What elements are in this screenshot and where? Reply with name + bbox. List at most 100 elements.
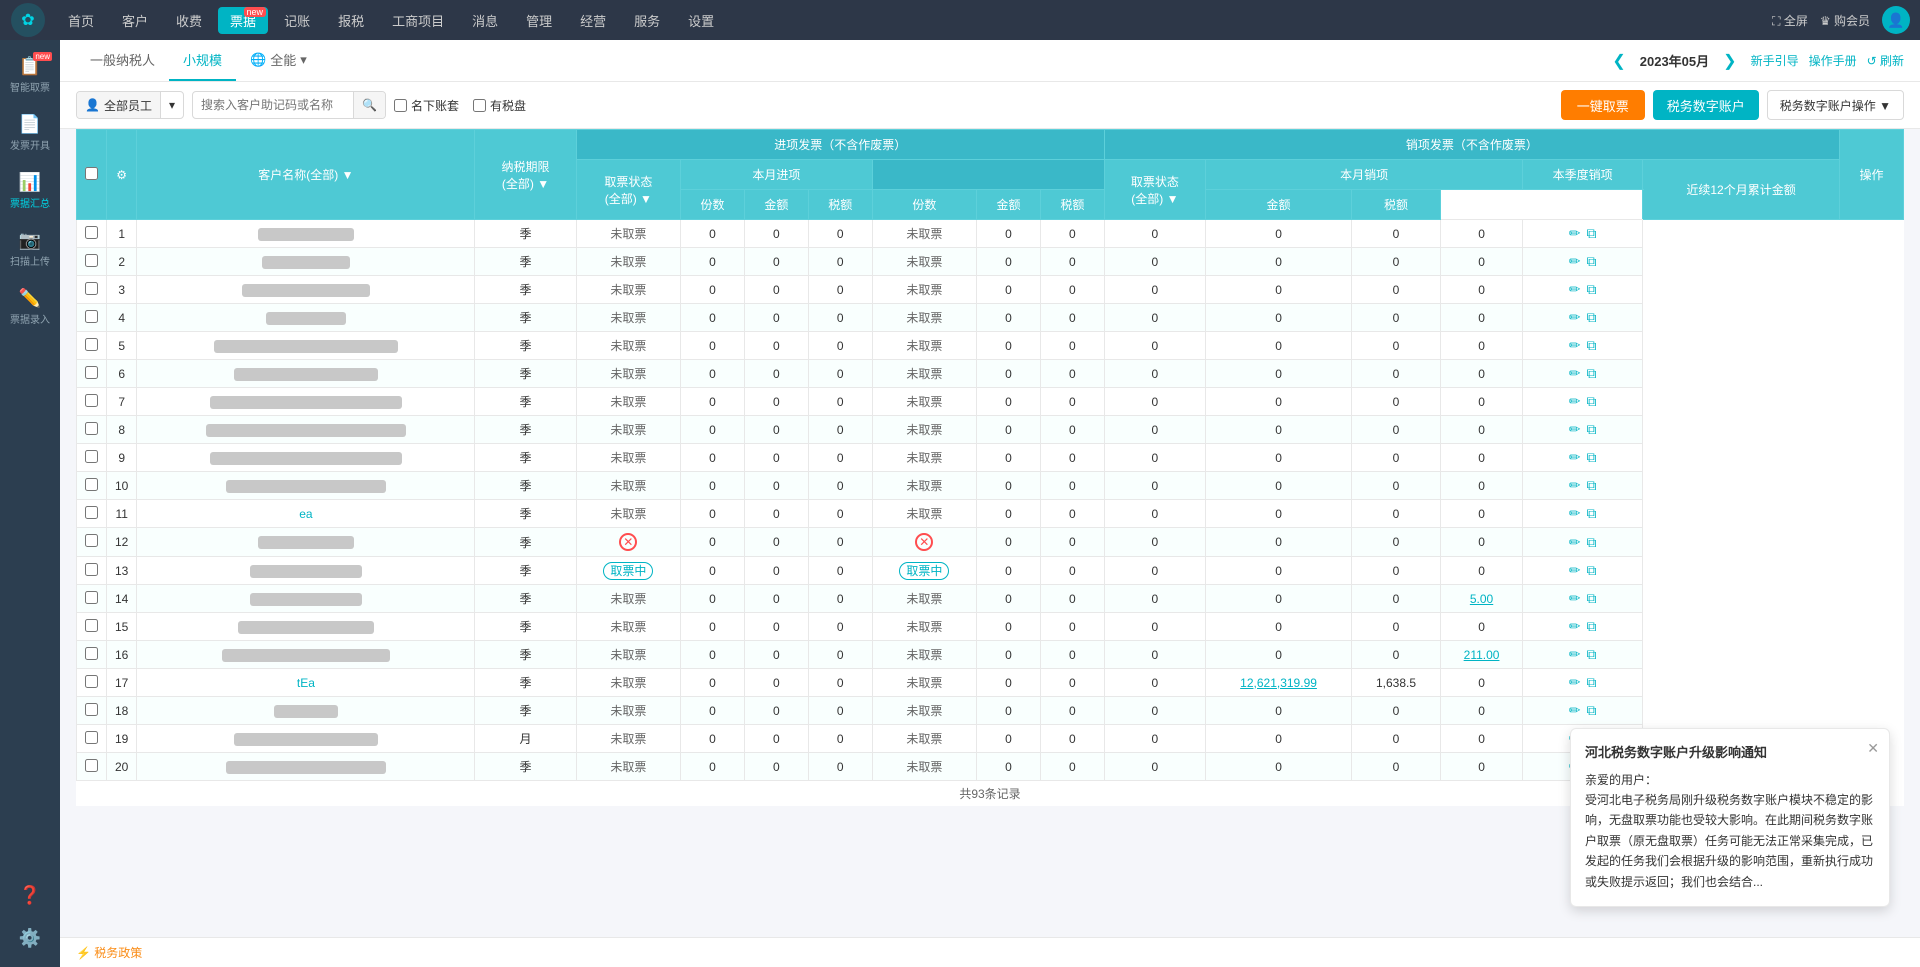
row-out-status[interactable]: 未取票 <box>872 248 976 276</box>
row-in-status[interactable]: 未取票 <box>576 220 680 248</box>
row-in-status[interactable]: 未取票 <box>576 248 680 276</box>
copy-icon[interactable]: ⧉ <box>1587 534 1597 551</box>
row-out-status[interactable]: 未取票 <box>872 725 976 753</box>
row-customer-name[interactable] <box>137 557 475 585</box>
row-customer-name[interactable] <box>137 528 475 557</box>
row-in-status[interactable]: 未取票 <box>576 641 680 669</box>
row-checkbox[interactable] <box>85 591 98 604</box>
my-accounts-checkbox-label[interactable]: 名下账套 <box>394 97 459 114</box>
row-out-status[interactable]: ✕ <box>872 528 976 557</box>
edit-icon[interactable]: ✏ <box>1569 393 1581 410</box>
refresh-link[interactable]: ↺ 刷新 <box>1867 52 1904 69</box>
row-out-status[interactable]: 未取票 <box>872 753 976 781</box>
row-customer-name[interactable] <box>137 697 475 725</box>
nav-management[interactable]: 管理 <box>514 7 564 34</box>
new-user-guide-link[interactable]: 新手引导 <box>1751 52 1799 69</box>
sidebar-item-summary[interactable]: 📊 票据汇总 <box>0 164 60 218</box>
row-customer-name[interactable] <box>137 472 475 500</box>
edit-icon[interactable]: ✏ <box>1569 365 1581 382</box>
row-in-status[interactable]: 未取票 <box>576 304 680 332</box>
row-out-status[interactable]: 未取票 <box>872 332 976 360</box>
sidebar-item-smart-ticket[interactable]: 📋 智能取票 new <box>0 48 60 102</box>
nav-service[interactable]: 服务 <box>622 7 672 34</box>
copy-icon[interactable]: ⧉ <box>1587 309 1597 326</box>
row-out-status[interactable]: 未取票 <box>872 613 976 641</box>
row-checkbox[interactable] <box>85 506 98 519</box>
row-checkbox[interactable] <box>85 254 98 267</box>
row-out-status[interactable]: 未取票 <box>872 444 976 472</box>
nav-messages[interactable]: 消息 <box>460 7 510 34</box>
row-in-status[interactable]: 未取票 <box>576 669 680 697</box>
edit-icon[interactable]: ✏ <box>1569 225 1581 242</box>
row-out-status[interactable]: 未取票 <box>872 416 976 444</box>
one-click-ticket-btn[interactable]: 一键取票 <box>1561 90 1645 120</box>
row-checkbox[interactable] <box>85 310 98 323</box>
popup-close-btn[interactable]: ✕ <box>1867 737 1879 759</box>
row-out-status[interactable]: 取票中 <box>872 557 976 585</box>
row-out-status[interactable]: 未取票 <box>872 304 976 332</box>
select-all-checkbox[interactable] <box>85 167 98 180</box>
nav-tax[interactable]: 报税 <box>326 7 376 34</box>
row-checkbox[interactable] <box>85 338 98 351</box>
search-submit-btn[interactable]: 🔍 <box>353 92 385 118</box>
accum-amount-link[interactable]: 5.00 <box>1470 592 1493 606</box>
tax-digital-account-ops-btn[interactable]: 税务数字账户操作 ▼ <box>1767 90 1904 120</box>
period-next-btn[interactable]: ❯ <box>1717 49 1742 73</box>
row-customer-name[interactable] <box>137 725 475 753</box>
row-checkbox[interactable] <box>85 703 98 716</box>
row-customer-name[interactable] <box>137 332 475 360</box>
copy-icon[interactable]: ⧉ <box>1587 562 1597 579</box>
edit-icon[interactable]: ✏ <box>1569 618 1581 635</box>
row-checkbox[interactable] <box>85 422 98 435</box>
sidebar-item-settings[interactable]: ⚙️ <box>0 920 60 959</box>
row-in-status[interactable]: 未取票 <box>576 725 680 753</box>
row-out-status[interactable]: 未取票 <box>872 388 976 416</box>
manual-link[interactable]: 操作手册 <box>1809 52 1857 69</box>
accum-amount-link[interactable]: 211.00 <box>1464 648 1500 662</box>
tab-small-scale[interactable]: 小规模 <box>169 40 236 81</box>
copy-icon[interactable]: ⧉ <box>1587 646 1597 663</box>
edit-icon[interactable]: ✏ <box>1569 449 1581 466</box>
employee-select[interactable]: 👤 全部员工 ▾ <box>76 91 184 119</box>
row-in-status[interactable]: 未取票 <box>576 472 680 500</box>
tab-all[interactable]: 🌐 全能 ▾ <box>236 40 321 81</box>
copy-icon[interactable]: ⧉ <box>1587 337 1597 354</box>
row-customer-name[interactable]: ea <box>137 500 475 528</box>
copy-icon[interactable]: ⧉ <box>1587 618 1597 635</box>
copy-icon[interactable]: ⧉ <box>1587 590 1597 607</box>
row-out-status[interactable]: 未取票 <box>872 472 976 500</box>
employee-dropdown-btn[interactable]: ▾ <box>161 92 183 118</box>
row-in-status[interactable]: 未取票 <box>576 753 680 781</box>
sidebar-item-scan[interactable]: 📷 扫描上传 <box>0 222 60 276</box>
copy-icon[interactable]: ⧉ <box>1587 449 1597 466</box>
fullscreen-btn[interactable]: ⛶ 全屏 <box>1772 12 1808 29</box>
row-checkbox[interactable] <box>85 450 98 463</box>
has-tax-device-checkbox-label[interactable]: 有税盘 <box>473 97 526 114</box>
nav-accounting[interactable]: 记账 <box>272 7 322 34</box>
row-in-status[interactable]: 取票中 <box>576 557 680 585</box>
row-out-status[interactable]: 未取票 <box>872 500 976 528</box>
row-checkbox[interactable] <box>85 394 98 407</box>
row-in-status[interactable]: 未取票 <box>576 276 680 304</box>
customer-search-input[interactable] <box>193 98 353 112</box>
row-out-status[interactable]: 未取票 <box>872 360 976 388</box>
copy-icon[interactable]: ⧉ <box>1587 674 1597 691</box>
row-out-status[interactable]: 未取票 <box>872 669 976 697</box>
row-checkbox[interactable] <box>85 563 98 576</box>
row-in-status[interactable]: 未取票 <box>576 388 680 416</box>
row-checkbox[interactable] <box>85 478 98 491</box>
row-checkbox[interactable] <box>85 759 98 772</box>
row-customer-name[interactable] <box>137 444 475 472</box>
copy-icon[interactable]: ⧉ <box>1587 477 1597 494</box>
copy-icon[interactable]: ⧉ <box>1587 281 1597 298</box>
row-customer-name[interactable] <box>137 585 475 613</box>
row-in-status[interactable]: ✕ <box>576 528 680 557</box>
nav-billing[interactable]: 收费 <box>164 7 214 34</box>
avatar[interactable]: 👤 <box>1882 6 1910 34</box>
row-in-status[interactable]: 未取票 <box>576 332 680 360</box>
edit-icon[interactable]: ✏ <box>1569 477 1581 494</box>
row-in-status[interactable]: 未取票 <box>576 444 680 472</box>
edit-icon[interactable]: ✏ <box>1569 590 1581 607</box>
tax-digital-account-btn[interactable]: 税务数字账户 <box>1653 90 1759 120</box>
sidebar-item-help[interactable]: ❓ <box>0 877 60 916</box>
